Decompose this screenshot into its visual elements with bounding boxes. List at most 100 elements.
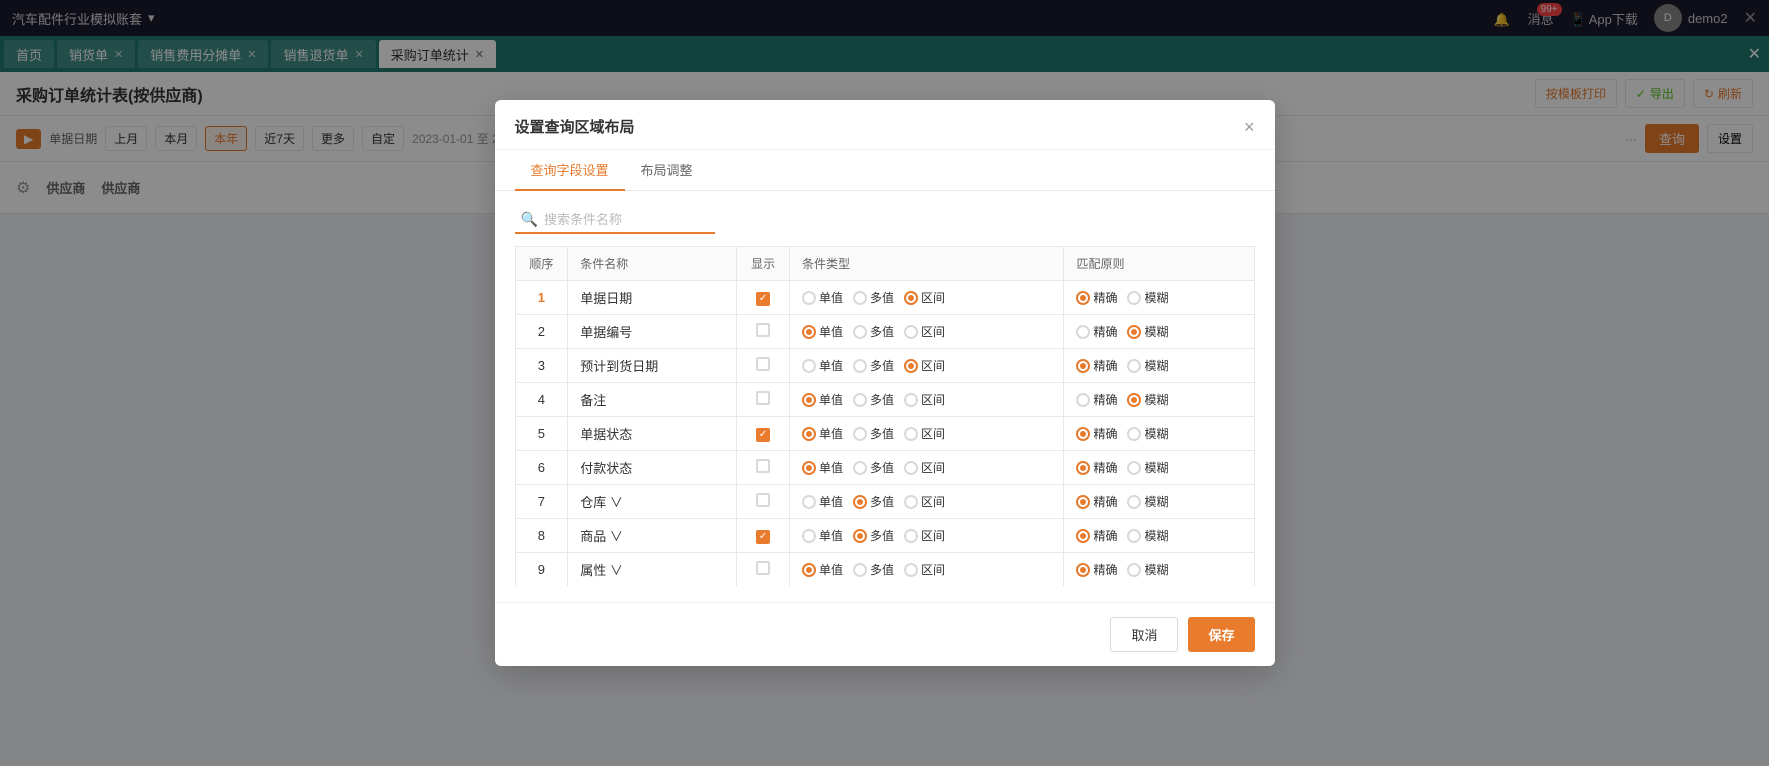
display-cell[interactable]: [737, 383, 790, 417]
match-radio-fuzzy[interactable]: 模糊: [1127, 459, 1168, 476]
match-radio-exact[interactable]: 精确: [1076, 527, 1117, 544]
table-row: 9属性 ∨单值多值区间精确模糊: [515, 553, 1254, 587]
display-checkbox[interactable]: [756, 459, 770, 473]
table-row: 8商品 ∨单值多值区间精确模糊: [515, 519, 1254, 553]
match-radio-exact[interactable]: 精确: [1076, 357, 1117, 374]
display-checkbox[interactable]: [756, 530, 770, 544]
match-radio-exact[interactable]: 精确: [1076, 289, 1117, 306]
type-cell: 单值多值区间: [789, 553, 1063, 587]
type-cell: 单值多值区间: [789, 485, 1063, 519]
display-cell[interactable]: [737, 451, 790, 485]
display-checkbox[interactable]: [756, 357, 770, 371]
type-radio-single[interactable]: 单值: [802, 391, 843, 408]
config-table-scroll: 顺序 条件名称 显示 条件类型 匹配原则 1单据日期单值多值区间精确模糊2单据编…: [515, 246, 1255, 586]
match-cell: 精确模糊: [1064, 281, 1254, 315]
name-cell: 属性 ∨: [568, 553, 737, 587]
match-radio-exact[interactable]: 精确: [1076, 425, 1117, 442]
match-radio-fuzzy[interactable]: 模糊: [1127, 357, 1168, 374]
type-radio-single[interactable]: 单值: [802, 527, 843, 544]
type-radio-single[interactable]: 单值: [802, 425, 843, 442]
display-cell[interactable]: [737, 417, 790, 451]
type-cell: 单值多值区间: [789, 417, 1063, 451]
display-cell[interactable]: [737, 519, 790, 553]
type-radio-single[interactable]: 单值: [802, 561, 843, 578]
type-radio-range[interactable]: 区间: [904, 561, 945, 578]
match-radio-exact[interactable]: 精确: [1076, 323, 1117, 340]
match-radio-fuzzy[interactable]: 模糊: [1127, 323, 1168, 340]
cancel-button[interactable]: 取消: [1110, 617, 1178, 652]
type-radio-range[interactable]: 区间: [904, 289, 945, 306]
col-display-header: 显示: [737, 247, 790, 281]
modal-body: 🔍 顺序 条件名称 显示 条件类型 匹配原则: [495, 191, 1275, 602]
order-cell: 7: [515, 485, 568, 519]
match-radio-fuzzy[interactable]: 模糊: [1127, 493, 1168, 510]
match-radio-exact[interactable]: 精确: [1076, 391, 1117, 408]
type-radio-range[interactable]: 区间: [904, 493, 945, 510]
type-radio-multi[interactable]: 多值: [853, 289, 894, 306]
type-radio-range[interactable]: 区间: [904, 357, 945, 374]
match-radio-exact[interactable]: 精确: [1076, 459, 1117, 476]
display-cell[interactable]: [737, 281, 790, 315]
display-checkbox[interactable]: [756, 323, 770, 337]
type-cell: 单值多值区间: [789, 281, 1063, 315]
type-radio-multi[interactable]: 多值: [853, 357, 894, 374]
type-radio-range[interactable]: 区间: [904, 391, 945, 408]
match-radio-fuzzy[interactable]: 模糊: [1127, 425, 1168, 442]
display-checkbox[interactable]: [756, 428, 770, 442]
match-radio-exact[interactable]: 精确: [1076, 493, 1117, 510]
type-cell: 单值多值区间: [789, 315, 1063, 349]
match-radio-fuzzy[interactable]: 模糊: [1127, 391, 1168, 408]
type-radio-multi[interactable]: 多值: [853, 391, 894, 408]
display-cell[interactable]: [737, 485, 790, 519]
modal-header: 设置查询区域布局 ×: [495, 100, 1275, 150]
match-radio-fuzzy[interactable]: 模糊: [1127, 289, 1168, 306]
type-radio-range[interactable]: 区间: [904, 527, 945, 544]
type-cell: 单值多值区间: [789, 383, 1063, 417]
match-radio-exact[interactable]: 精确: [1076, 561, 1117, 578]
type-radio-multi[interactable]: 多值: [853, 323, 894, 340]
type-radio-multi[interactable]: 多值: [853, 561, 894, 578]
match-radio-fuzzy[interactable]: 模糊: [1127, 527, 1168, 544]
match-cell: 精确模糊: [1064, 451, 1254, 485]
condition-search-input[interactable]: [544, 212, 704, 227]
save-button[interactable]: 保存: [1188, 617, 1254, 652]
type-radio-range[interactable]: 区间: [904, 323, 945, 340]
display-checkbox[interactable]: [756, 493, 770, 507]
type-radio-single[interactable]: 单值: [802, 357, 843, 374]
display-checkbox[interactable]: [756, 561, 770, 575]
display-cell[interactable]: [737, 315, 790, 349]
modal-dialog: 设置查询区域布局 × 查询字段设置 布局调整 🔍: [495, 100, 1275, 666]
type-radio-multi[interactable]: 多值: [853, 459, 894, 476]
tab-layout-adjust[interactable]: 布局调整: [625, 150, 709, 191]
col-type-header: 条件类型: [789, 247, 1063, 281]
type-radio-single[interactable]: 单值: [802, 323, 843, 340]
table-row: 1单据日期单值多值区间精确模糊: [515, 281, 1254, 315]
table-row: 6付款状态 单值多值区间 精确模糊: [515, 451, 1254, 485]
order-cell: 8: [515, 519, 568, 553]
name-cell: 付款状态: [568, 451, 737, 485]
search-icon: 🔍: [521, 211, 538, 228]
modal-close-button[interactable]: ×: [1244, 118, 1255, 136]
type-radio-multi[interactable]: 多值: [853, 527, 894, 544]
display-cell[interactable]: [737, 349, 790, 383]
name-cell: 单据日期: [568, 281, 737, 315]
display-cell[interactable]: [737, 553, 790, 587]
type-radio-multi[interactable]: 多值: [853, 425, 894, 442]
type-radio-multi[interactable]: 多值: [853, 493, 894, 510]
type-cell: 单值多值区间: [789, 349, 1063, 383]
type-cell: 单值多值区间: [789, 519, 1063, 553]
display-checkbox[interactable]: [756, 391, 770, 405]
tab-query-settings[interactable]: 查询字段设置: [515, 150, 625, 191]
type-radio-single[interactable]: 单值: [802, 459, 843, 476]
display-checkbox[interactable]: [756, 292, 770, 306]
type-radio-single[interactable]: 单值: [802, 493, 843, 510]
match-cell: 精确模糊: [1064, 519, 1254, 553]
type-radio-single[interactable]: 单值: [802, 289, 843, 306]
match-radio-fuzzy[interactable]: 模糊: [1127, 561, 1168, 578]
type-radio-range[interactable]: 区间: [904, 459, 945, 476]
type-radio-range[interactable]: 区间: [904, 425, 945, 442]
order-cell: 6: [515, 451, 568, 485]
name-cell: 预计到货日期: [568, 349, 737, 383]
modal-footer: 取消 保存: [495, 602, 1275, 666]
order-cell: 1: [515, 281, 568, 315]
